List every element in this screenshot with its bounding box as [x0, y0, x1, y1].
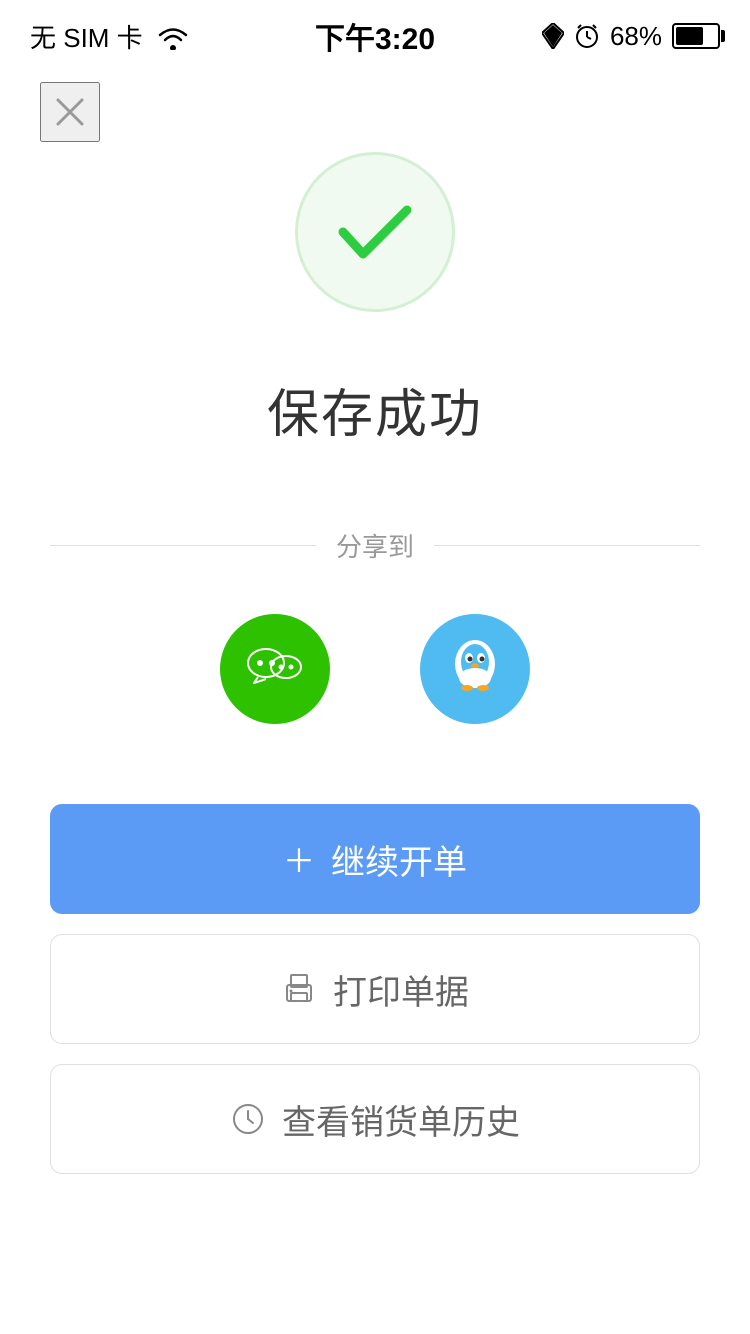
history-button[interactable]: 查看销货单历史	[50, 1064, 700, 1174]
qq-share-button[interactable]	[420, 614, 530, 724]
status-left: 无 SIM 卡	[30, 18, 191, 55]
alarm-icon	[574, 23, 600, 49]
carrier-text: 无 SIM 卡	[30, 18, 143, 55]
history-icon	[230, 1101, 266, 1137]
print-label: 打印单据	[333, 965, 469, 1014]
share-section: 分享到	[0, 527, 750, 724]
print-button[interactable]: 打印单据	[50, 934, 700, 1044]
status-right: 68%	[542, 21, 720, 52]
share-icons	[50, 614, 700, 724]
success-circle	[295, 152, 455, 312]
action-buttons: ＋ 继续开单 打印单据 查看销货单历史	[0, 774, 750, 1204]
success-title: 保存成功	[267, 372, 483, 447]
battery-indicator	[672, 23, 720, 49]
battery-percent: 68%	[610, 21, 662, 52]
plus-icon: ＋	[283, 836, 315, 882]
main-content: 保存成功 分享到	[0, 72, 750, 1204]
wifi-icon	[155, 22, 191, 50]
continue-button[interactable]: ＋ 继续开单	[50, 804, 700, 914]
status-bar: 无 SIM 卡 下午3:20 68%	[0, 0, 750, 72]
qq-icon	[445, 634, 505, 704]
wechat-share-button[interactable]	[220, 614, 330, 724]
location-icon	[542, 23, 564, 49]
battery-icon	[672, 23, 720, 49]
close-button[interactable]	[40, 82, 100, 142]
status-time: 下午3:20	[315, 14, 435, 58]
share-label: 分享到	[316, 527, 434, 564]
wechat-icon	[244, 643, 306, 695]
continue-label: 继续开单	[331, 835, 467, 884]
share-divider: 分享到	[50, 527, 700, 564]
print-icon	[281, 971, 317, 1007]
checkmark-icon	[335, 202, 415, 262]
history-label: 查看销货单历史	[282, 1095, 520, 1144]
